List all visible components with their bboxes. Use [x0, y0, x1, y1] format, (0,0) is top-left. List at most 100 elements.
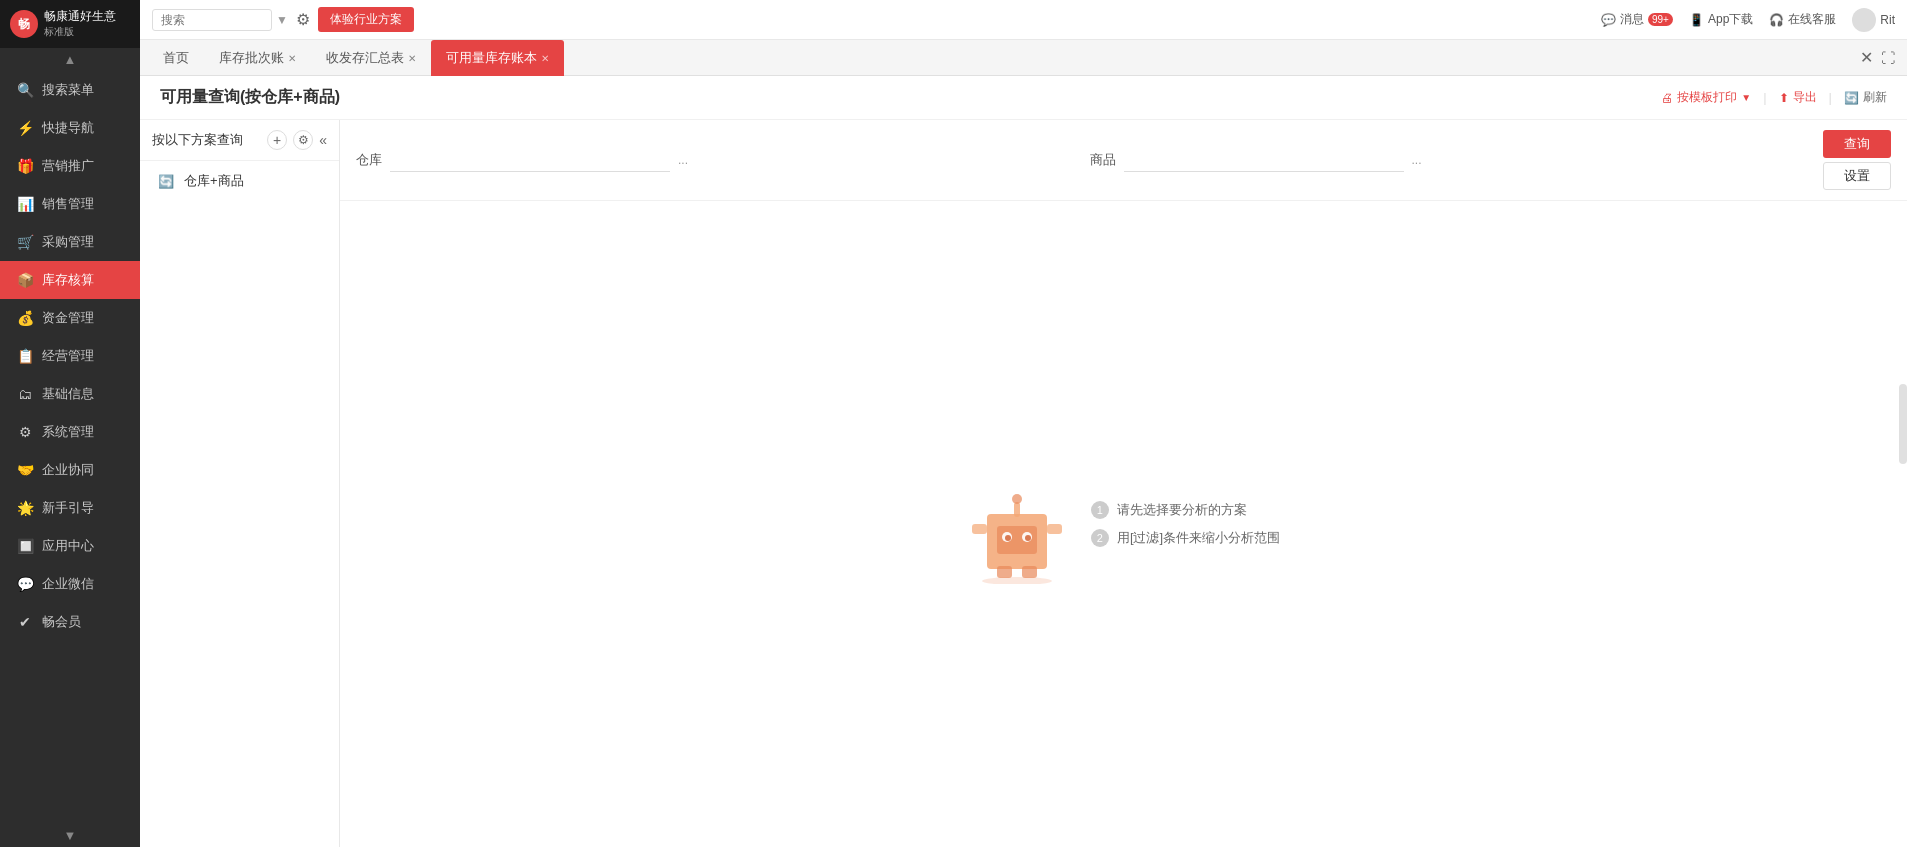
sidebar-item-basic[interactable]: 🗂 基础信息	[0, 375, 140, 413]
sidebar-item-sales[interactable]: 📊 销售管理	[0, 185, 140, 223]
sidebar-item-enterprise[interactable]: 🤝 企业协同	[0, 451, 140, 489]
column-settings-button[interactable]: 设置	[1823, 162, 1891, 190]
tab-bar-close-button[interactable]: ✕	[1856, 44, 1877, 71]
sidebar-item-finance[interactable]: 💰 资金管理	[0, 299, 140, 337]
print-dropdown-icon[interactable]: ▼	[1741, 92, 1751, 103]
message-icon: 💬	[1601, 13, 1616, 27]
sidebar-item-label: 应用中心	[42, 537, 94, 555]
sidebar-scroll-up[interactable]: ▲	[0, 48, 140, 71]
headset-icon: 🎧	[1769, 13, 1784, 27]
scheme-item-warehouse-product[interactable]: 🔄 仓库+商品	[140, 161, 339, 201]
sidebar-item-label: 采购管理	[42, 233, 94, 251]
sidebar-item-label: 新手引导	[42, 499, 94, 517]
warehouse-more-icon[interactable]: ...	[678, 153, 688, 167]
tab-batch[interactable]: 库存批次账 ✕	[204, 40, 311, 76]
user-avatar-area[interactable]: Rit	[1852, 8, 1895, 32]
sidebar-logo: 畅	[10, 10, 38, 38]
avatar	[1852, 8, 1876, 32]
message-button[interactable]: 💬 消息 99+	[1601, 11, 1673, 28]
svg-point-12	[982, 577, 1052, 584]
sidebar-item-operations[interactable]: 📋 经营管理	[0, 337, 140, 375]
collapse-panel-button[interactable]: «	[319, 132, 327, 148]
sidebar-item-label: 搜索菜单	[42, 81, 94, 99]
topbar: ▼ ⚙ 体验行业方案 💬 消息 99+ 📱 App下载 🎧 在线客服 Rit	[140, 0, 1907, 40]
refresh-label: 刷新	[1863, 89, 1887, 106]
app-download-button[interactable]: 📱 App下载	[1689, 11, 1753, 28]
online-service-button[interactable]: 🎧 在线客服	[1769, 11, 1836, 28]
empty-state-hints: 1 请先选择要分析的方案 2 用[过滤]条件来缩小分析范围	[1091, 501, 1280, 547]
scheme-icon: 🔄	[156, 171, 176, 191]
product-more-icon[interactable]: ...	[1412, 153, 1422, 167]
sidebar-item-label: 企业协同	[42, 461, 94, 479]
star-icon: 🌟	[16, 499, 34, 517]
sidebar-item-marketing[interactable]: 🎁 营销推广	[0, 147, 140, 185]
search-icon: 🔍	[16, 81, 34, 99]
sidebar-item-label: 企业微信	[42, 575, 94, 593]
tab-bar-expand-button[interactable]: ⛶	[1877, 46, 1899, 70]
empty-hint-2: 2 用[过滤]条件来缩小分析范围	[1091, 529, 1280, 547]
topbar-right: 💬 消息 99+ 📱 App下载 🎧 在线客服 Rit	[1601, 8, 1895, 32]
tab-summary-close[interactable]: ✕	[408, 53, 416, 64]
money-icon: 💰	[16, 309, 34, 327]
scrollbar-thumb[interactable]	[1899, 384, 1907, 464]
sidebar-scroll-down[interactable]: ▼	[0, 824, 140, 847]
sidebar-item-member[interactable]: ✔ 畅会员	[0, 603, 140, 641]
separator: |	[1763, 90, 1766, 105]
sidebar-item-newbie[interactable]: 🌟 新手引导	[0, 489, 140, 527]
search-input[interactable]	[152, 9, 272, 31]
tab-home[interactable]: 首页	[148, 40, 204, 76]
left-panel-header: 按以下方案查询 + ⚙ «	[140, 120, 339, 161]
svg-point-7	[1012, 494, 1022, 504]
sidebar-item-wechat[interactable]: 💬 企业微信	[0, 565, 140, 603]
online-service-label: 在线客服	[1788, 11, 1836, 28]
product-filter-input[interactable]	[1124, 148, 1404, 172]
edit-scheme-button[interactable]: ⚙	[293, 130, 313, 150]
query-button[interactable]: 查询	[1823, 130, 1891, 158]
search-dropdown-icon[interactable]: ▼	[276, 13, 288, 27]
svg-rect-10	[997, 566, 1012, 578]
sidebar-header: 畅 畅康通好生意 标准版	[0, 0, 140, 48]
cart-icon: 🛒	[16, 233, 34, 251]
sidebar-item-purchase[interactable]: 🛒 采购管理	[0, 223, 140, 261]
add-scheme-button[interactable]: +	[267, 130, 287, 150]
export-button[interactable]: ⬆ 导出	[1779, 89, 1817, 106]
product-filter-label: 商品	[1090, 151, 1116, 169]
refresh-button[interactable]: 🔄 刷新	[1844, 89, 1887, 106]
sidebar-item-search[interactable]: 🔍 搜索菜单	[0, 71, 140, 109]
print-template-button[interactable]: 🖨 按模板打印 ▼	[1661, 89, 1751, 106]
sidebar-item-appstore[interactable]: 🔲 应用中心	[0, 527, 140, 565]
handshake-icon: 🤝	[16, 461, 34, 479]
tab-batch-close[interactable]: ✕	[288, 53, 296, 64]
wechat-icon: 💬	[16, 575, 34, 593]
hint-num-1: 1	[1091, 501, 1109, 519]
message-label: 消息	[1620, 11, 1644, 28]
sidebar-item-label: 快捷导航	[42, 119, 94, 137]
tab-summary[interactable]: 收发存汇总表 ✕	[311, 40, 431, 76]
filter-action-buttons: 查询 设置	[1823, 130, 1891, 190]
scheme-item-label: 仓库+商品	[184, 172, 244, 190]
printer-icon: 🖨	[1661, 91, 1673, 105]
tab-batch-label: 库存批次账	[219, 49, 284, 67]
svg-rect-9	[1047, 524, 1062, 534]
separator2: |	[1829, 90, 1832, 105]
warehouse-filter-input[interactable]	[390, 148, 670, 172]
sidebar-item-label: 畅会员	[42, 613, 81, 631]
svg-rect-11	[1022, 566, 1037, 578]
left-panel-actions: + ⚙ «	[267, 130, 327, 150]
sidebar-item-shortcut[interactable]: ⚡ 快捷导航	[0, 109, 140, 147]
hint-text-2: 用[过滤]条件来缩小分析范围	[1117, 529, 1280, 547]
sidebar-item-label: 营销推广	[42, 157, 94, 175]
export-label: 导出	[1793, 89, 1817, 106]
tab-available[interactable]: 可用量库存账本 ✕	[431, 40, 564, 76]
sidebar-item-inventory[interactable]: 📦 库存核算	[0, 261, 140, 299]
settings-icon[interactable]: ⚙	[296, 10, 310, 29]
main-content: ▼ ⚙ 体验行业方案 💬 消息 99+ 📱 App下载 🎧 在线客服 Rit	[140, 0, 1907, 847]
tab-available-close[interactable]: ✕	[541, 53, 549, 64]
industry-solution-button[interactable]: 体验行业方案	[318, 7, 414, 32]
phone-icon: 📱	[1689, 13, 1704, 27]
warehouse-filter-group: 仓库 ...	[356, 148, 1074, 172]
empty-state: 1 请先选择要分析的方案 2 用[过滤]条件来缩小分析范围	[340, 201, 1907, 847]
sidebar-item-system[interactable]: ⚙ 系统管理	[0, 413, 140, 451]
tab-summary-label: 收发存汇总表	[326, 49, 404, 67]
checkmark-icon: ✔	[16, 613, 34, 631]
